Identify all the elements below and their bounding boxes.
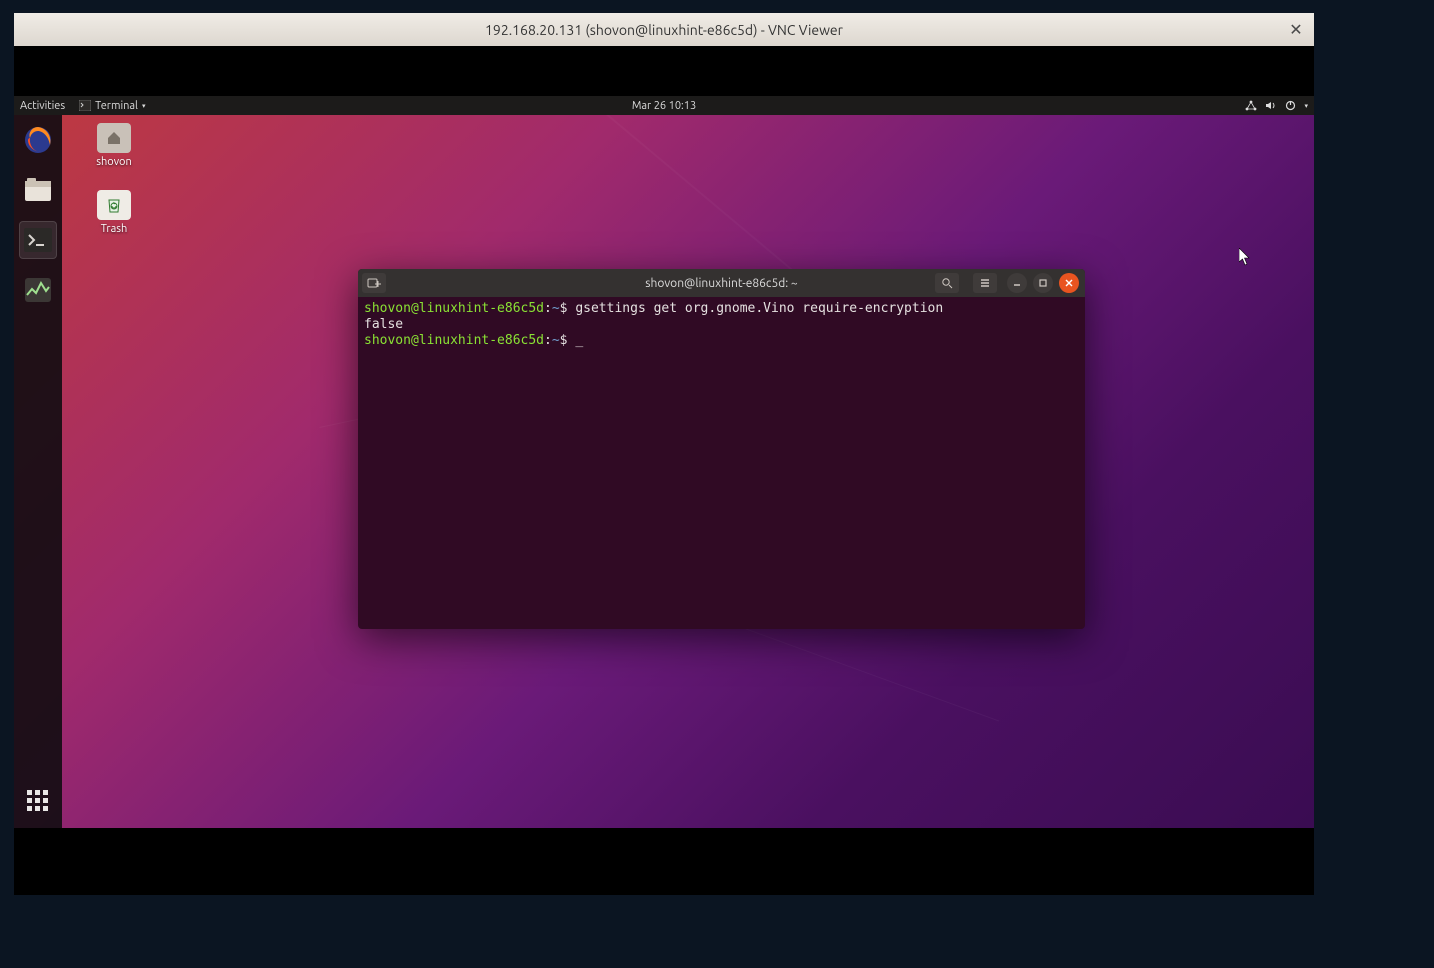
close-icon: ✕ [1289,20,1302,39]
system-monitor-icon [23,275,53,305]
terminal-output: false [364,317,403,332]
mouse-pointer-icon [1239,248,1251,266]
remote-screen: Activities Terminal ▾ Mar 26 10:13 [14,96,1314,828]
host-desktop-background: 192.168.20.131 (shovon@linuxhint-e86c5d)… [0,0,1434,968]
terminal-maximize-button[interactable] [1033,273,1053,293]
vnc-viewer-window: 192.168.20.131 (shovon@linuxhint-e86c5d)… [14,13,1314,895]
apps-grid-icon [23,786,53,816]
vnc-close-button[interactable]: ✕ [1286,19,1306,39]
topbar-datetime[interactable]: Mar 26 10:13 [14,100,1314,112]
desktop-icon-label: Trash [101,223,128,235]
terminal-body[interactable]: shovon@linuxhint-e86c5d:~$ gsettings get… [358,297,1085,353]
firefox-icon [23,125,53,155]
terminal-icon [23,225,53,255]
new-tab-icon [367,277,381,289]
activities-button[interactable]: Activities [20,100,65,112]
gnome-desktop[interactable]: shovon Trash [14,115,1314,828]
power-icon [1285,100,1296,111]
desktop-icon-trash[interactable]: Trash [84,190,144,235]
home-folder-icon [97,123,131,153]
gnome-dock [14,115,62,828]
terminal-minimize-button[interactable] [1007,273,1027,293]
topbar-app-menu[interactable]: Terminal ▾ [79,100,145,112]
topbar-app-label: Terminal [95,100,138,112]
prompt-path: ~ [552,301,560,316]
dock-system-monitor[interactable] [19,271,57,309]
trash-icon [97,190,131,220]
terminal-command: gsettings get org.gnome.Vino require-enc… [575,301,943,316]
prompt-sep: : [544,301,552,316]
prompt-dollar: $ [560,333,568,348]
network-icon [1245,100,1257,111]
prompt-user: shovon@linuxhint-e86c5d [364,333,544,348]
maximize-icon [1038,278,1048,288]
terminal-menu-button[interactable] [973,273,997,293]
terminal-right-controls [931,273,1085,293]
terminal-icon [79,100,91,111]
vnc-window-title: 192.168.20.131 (shovon@linuxhint-e86c5d)… [485,22,843,38]
prompt-user: shovon@linuxhint-e86c5d [364,301,544,316]
prompt-dollar: $ [560,301,568,316]
chevron-down-icon: ▾ [1304,102,1308,110]
terminal-window[interactable]: shovon@linuxhint-e86c5d: ~ [358,269,1085,629]
search-icon [941,277,953,289]
terminal-new-tab-button[interactable] [362,273,386,293]
desktop-icons-group: shovon Trash [84,123,144,235]
gnome-top-bar: Activities Terminal ▾ Mar 26 10:13 [14,96,1314,115]
topbar-system-menu[interactable]: ▾ [1245,100,1308,111]
minimize-icon [1012,278,1022,288]
topbar-left-group: Activities Terminal ▾ [20,100,145,112]
dock-files[interactable] [19,171,57,209]
terminal-titlebar[interactable]: shovon@linuxhint-e86c5d: ~ [358,269,1085,297]
chevron-down-icon: ▾ [142,102,146,110]
terminal-cursor [575,333,583,348]
vnc-letterbox-top [14,46,1314,96]
wallpaper-decor [588,115,819,293]
terminal-search-button[interactable] [935,273,959,293]
terminal-close-button[interactable] [1059,273,1079,293]
desktop-icon-label: shovon [96,156,132,168]
dock-firefox[interactable] [19,121,57,159]
vnc-titlebar[interactable]: 192.168.20.131 (shovon@linuxhint-e86c5d)… [14,13,1314,46]
hamburger-icon [979,277,991,289]
dock-show-apps[interactable] [19,782,57,820]
volume-icon [1265,100,1277,111]
close-icon [1064,278,1074,288]
desktop-icon-home[interactable]: shovon [84,123,144,168]
vnc-letterbox-bottom [14,828,1314,895]
prompt-sep: : [544,333,552,348]
files-icon [23,175,53,205]
prompt-path: ~ [552,333,560,348]
dock-terminal[interactable] [19,221,57,259]
